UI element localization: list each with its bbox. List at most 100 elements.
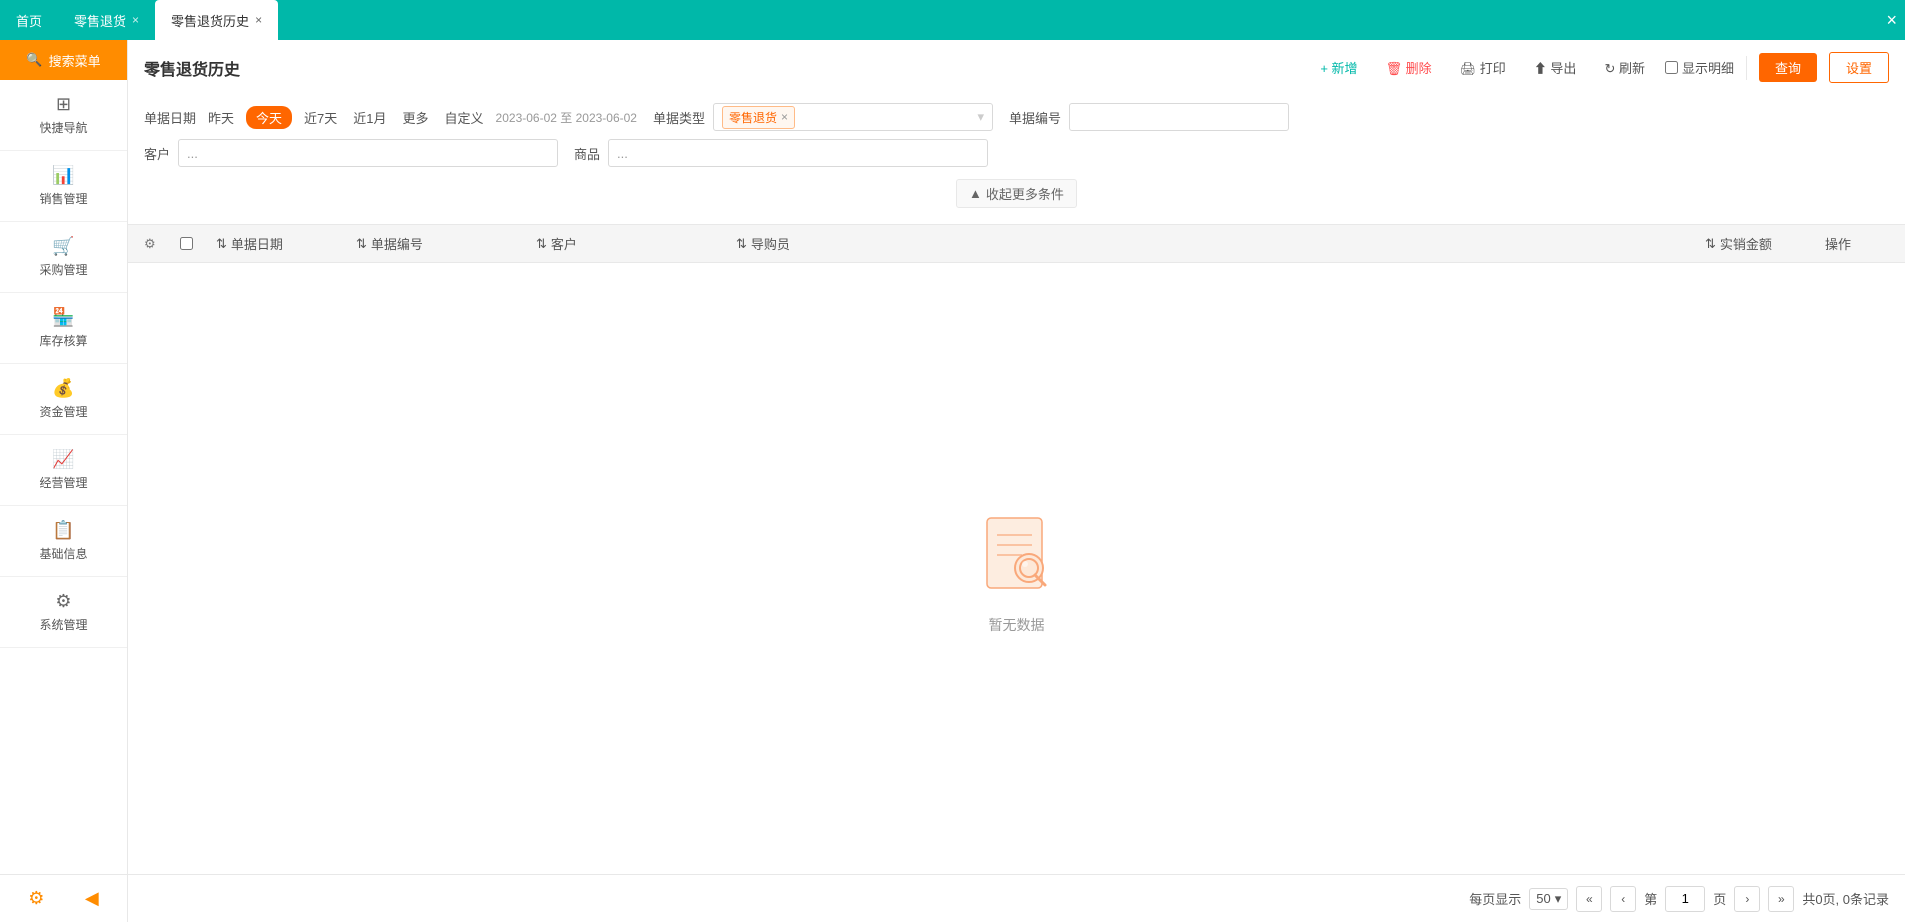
nav-icon-inventory: 🏪: [52, 307, 74, 328]
sidebar-item-inventory[interactable]: 🏪 库存核算: [0, 293, 127, 364]
type-select[interactable]: 零售退货 × ▾: [713, 103, 993, 131]
th-customer-sort: ⇅: [536, 236, 547, 252]
table-area: ⚙ ⇅ 单据日期 ⇅ 单据编号 ⇅ 客户 ⇅ 导购员: [128, 225, 1905, 922]
th-num[interactable]: ⇅ 单据编号: [348, 234, 528, 253]
num-filter-label: 单据编号: [1009, 108, 1061, 127]
new-button[interactable]: + 新增: [1312, 54, 1365, 81]
pagination: 每页显示 50 ▾ « ‹ 第 页 › » 共0页, 0条记录: [128, 874, 1905, 922]
search-icon: 🔍: [26, 52, 42, 68]
goods-placeholder: ...: [617, 146, 628, 161]
sidebar-item-purchase[interactable]: 🛒 采购管理: [0, 222, 127, 293]
tab-retail-return[interactable]: 零售退货×: [58, 0, 155, 40]
th-check[interactable]: [172, 237, 208, 250]
th-settings[interactable]: ⚙: [136, 236, 172, 252]
toolbar-divider: [1746, 56, 1747, 80]
sidebar-search-label: 搜索菜单: [49, 51, 101, 70]
sidebar-item-finance[interactable]: 💰 资金管理: [0, 364, 127, 435]
filter-row-2: 客户 ... 商品 ...: [144, 139, 1889, 167]
empty-illustration: [967, 503, 1067, 603]
tab-retail-return-history[interactable]: 零售退货历史×: [155, 0, 278, 40]
type-filter: 单据类型 零售退货 × ▾: [653, 103, 993, 131]
tab-close-retail-return[interactable]: ×: [132, 13, 139, 27]
settings-icon[interactable]: ⚙: [28, 888, 44, 909]
nav-icon-system: ⚙: [55, 591, 71, 612]
nav-label-system: 系统管理: [39, 616, 87, 633]
nav-icon-purchase: 🛒: [52, 236, 74, 257]
nav-label-inventory: 库存核算: [39, 332, 87, 349]
table-body: 暂无数据: [128, 263, 1905, 874]
date-option-自定义[interactable]: 自定义: [441, 106, 488, 129]
date-option-昨天[interactable]: 昨天: [204, 106, 238, 129]
sidebar-item-basic-info[interactable]: 📋基础信息: [0, 506, 127, 577]
refresh-button[interactable]: ↻ 刷新: [1596, 54, 1653, 81]
th-action-text: 操作: [1825, 234, 1851, 253]
page-num-input[interactable]: [1665, 886, 1705, 912]
total-label: 共0页, 0条记录: [1802, 889, 1889, 908]
sidebar-search[interactable]: 🔍 搜索菜单: [0, 40, 127, 80]
nav-label-purchase: 采购管理: [39, 261, 87, 278]
next-page-button[interactable]: ›: [1734, 886, 1760, 912]
page-title-bar: 零售退货历史 + 新增 🗑 删除 🖨 打印 ⬆ 导出 ↻ 刷新 显示明细 查询 …: [144, 52, 1889, 83]
page-size-select[interactable]: 50 ▾: [1529, 888, 1568, 910]
nav-label-quick-nav: 快捷导航: [39, 119, 87, 136]
sidebar-bottom: ⚙ ◀: [0, 874, 127, 922]
th-guide-sort: ⇅: [736, 236, 747, 252]
nav-icon-quick-nav: ⊞: [56, 94, 71, 115]
customer-select[interactable]: ...: [178, 139, 558, 167]
th-guide[interactable]: ⇅ 导购员: [728, 234, 908, 253]
th-date[interactable]: ⇅ 单据日期: [208, 234, 348, 253]
th-amount[interactable]: ⇅ 实销金额: [1697, 234, 1817, 253]
settings-button[interactable]: 设置: [1829, 52, 1889, 83]
nav-label-operations: 经营管理: [39, 474, 87, 491]
top-bar: 首页零售退货×零售退货历史× ×: [0, 0, 1905, 40]
table-header: ⚙ ⇅ 单据日期 ⇅ 单据编号 ⇅ 客户 ⇅ 导购员: [128, 225, 1905, 263]
prev-page-button[interactable]: ‹: [1610, 886, 1636, 912]
collapse-sidebar-icon[interactable]: ◀: [85, 888, 99, 909]
type-tag-close[interactable]: ×: [781, 110, 788, 124]
window-close-button[interactable]: ×: [1878, 10, 1905, 31]
th-num-sort: ⇅: [356, 236, 367, 252]
nav-icon-basic-info: 📋: [52, 520, 74, 541]
query-button[interactable]: 查询: [1759, 53, 1817, 82]
type-select-arrow: ▾: [977, 109, 984, 125]
select-all-checkbox[interactable]: [180, 237, 193, 250]
content-area: 零售退货历史 + 新增 🗑 删除 🖨 打印 ⬆ 导出 ↻ 刷新 显示明细 查询 …: [128, 40, 1905, 922]
sidebar-item-sales[interactable]: 📊销售管理: [0, 151, 127, 222]
last-page-button[interactable]: »: [1768, 886, 1794, 912]
sidebar-item-operations[interactable]: 📈 经营管理: [0, 435, 127, 506]
main-layout: 🔍 搜索菜单 ⊞ 快捷导航 📊销售管理 🛒 采购管理 🏪 库存核算 💰 资金管理 📈 经营管理 📋基础…: [0, 40, 1905, 922]
tab-home[interactable]: 首页: [0, 0, 58, 40]
print-button[interactable]: 🖨 打印: [1452, 54, 1514, 81]
nav-icon-finance: 💰: [52, 378, 74, 399]
date-option-更多[interactable]: 更多: [399, 106, 433, 129]
th-customer[interactable]: ⇅ 客户: [528, 234, 728, 253]
sidebar-nav: ⊞ 快捷导航 📊销售管理 🛒 采购管理 🏪 库存核算 💰 资金管理 📈 经营管理 📋基础信息 ⚙ 系统管理: [0, 80, 127, 874]
show-detail-checkbox-label[interactable]: 显示明细: [1665, 58, 1734, 77]
collapse-button[interactable]: ▲ 收起更多条件: [956, 179, 1077, 208]
export-button[interactable]: ⬆ 导出: [1526, 54, 1585, 81]
sidebar-item-quick-nav[interactable]: ⊞ 快捷导航: [0, 80, 127, 151]
th-date-text: 单据日期: [231, 234, 283, 253]
nav-icon-operations: 📈: [52, 449, 74, 470]
first-page-button[interactable]: «: [1576, 886, 1602, 912]
delete-button[interactable]: 🗑 删除: [1378, 54, 1440, 81]
show-detail-checkbox[interactable]: [1665, 61, 1678, 74]
date-option-近1月[interactable]: 近1月: [349, 106, 390, 129]
filter-more-row: ▲ 收起更多条件: [144, 175, 1889, 216]
date-option-今天[interactable]: 今天: [246, 106, 292, 129]
page-label: 第: [1644, 889, 1657, 908]
collapse-label: 收起更多条件: [986, 184, 1064, 203]
sidebar-item-system[interactable]: ⚙ 系统管理: [0, 577, 127, 648]
page-size-arrow: ▾: [1555, 891, 1562, 907]
show-detail-label: 显示明细: [1682, 58, 1734, 77]
nav-label-finance: 资金管理: [39, 403, 87, 420]
date-range: 2023-06-02 至 2023-06-02: [496, 109, 637, 126]
goods-select[interactable]: ...: [608, 139, 988, 167]
tab-close-retail-return-history[interactable]: ×: [255, 13, 262, 27]
date-option-近7天[interactable]: 近7天: [300, 106, 341, 129]
page-title: 零售退货历史: [144, 56, 240, 80]
date-filter-label: 单据日期: [144, 108, 196, 127]
num-filter: 单据编号: [1009, 103, 1289, 131]
num-filter-input[interactable]: [1069, 103, 1289, 131]
th-guide-text: 导购员: [751, 234, 790, 253]
